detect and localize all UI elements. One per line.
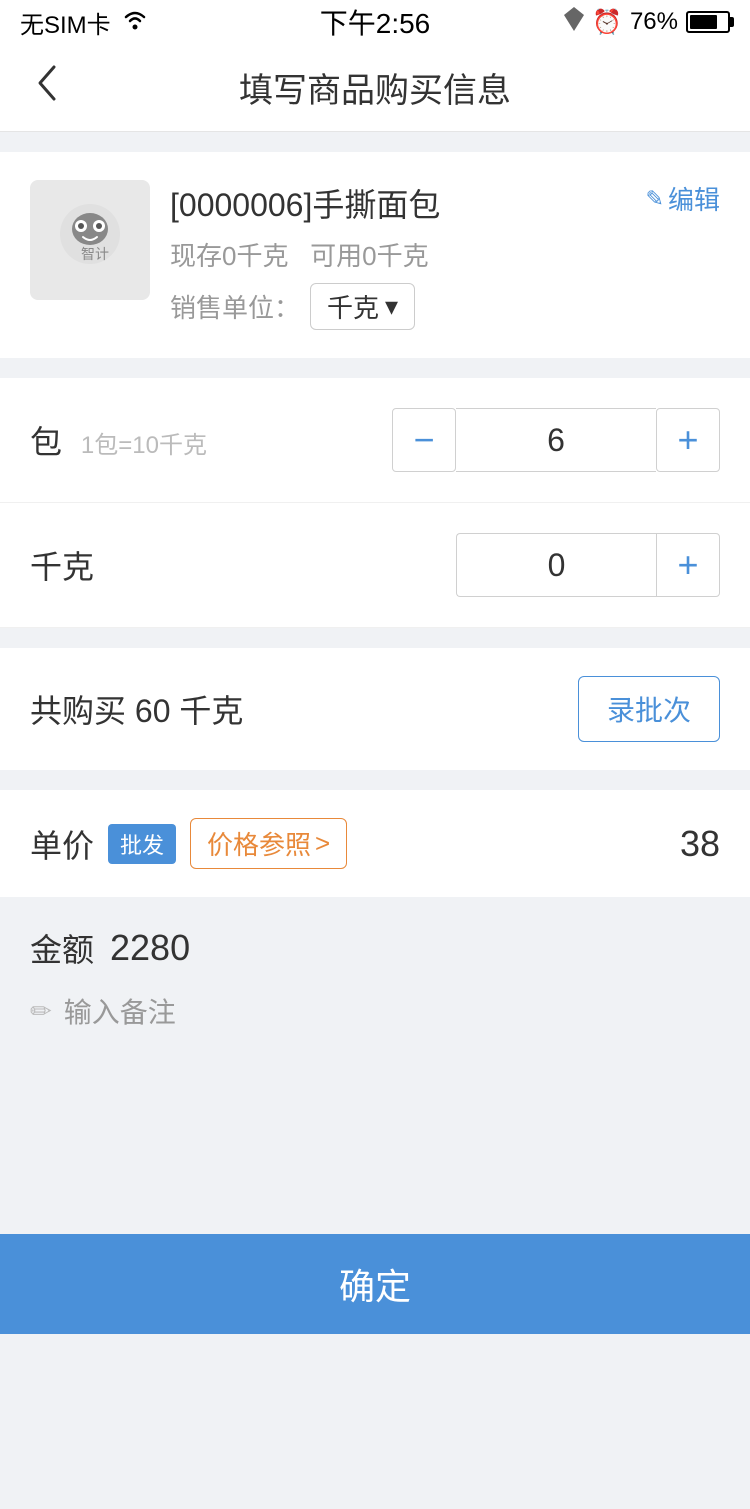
price-value: 38 — [680, 823, 720, 865]
dropdown-icon: ▾ — [385, 291, 398, 322]
carrier-label: 无SIM卡 — [20, 5, 111, 40]
price-ref-button[interactable]: 价格参照 > — [190, 818, 347, 869]
edit-button[interactable]: ✎ 编辑 — [646, 180, 720, 217]
kg-label: 千克 — [30, 542, 456, 588]
kg-quantity-input[interactable] — [456, 533, 656, 597]
kg-quantity-control: + — [456, 533, 720, 597]
product-stock: 现存0千克 可用0千克 — [170, 236, 720, 273]
total-row: 共购买 60 千克 录批次 — [0, 648, 750, 770]
batch-button[interactable]: 录批次 — [578, 676, 720, 742]
page-title: 填写商品购买信息 — [239, 63, 511, 112]
battery-label: 76% — [630, 8, 678, 36]
location-icon — [564, 7, 584, 38]
status-time: 下午2:56 — [320, 2, 431, 42]
bao-quantity-control: − + — [392, 408, 720, 472]
bao-minus-button[interactable]: − — [392, 408, 456, 472]
alarm-icon: ⏰ — [592, 8, 622, 37]
status-right: ⏰ 76% — [564, 7, 730, 38]
price-left: 单价 批发 价格参照 > — [30, 818, 347, 869]
svg-text:智计: 智计 — [81, 246, 109, 262]
note-icon: ✏ — [30, 996, 52, 1027]
kg-plus-button[interactable]: + — [656, 533, 720, 597]
status-left: 无SIM卡 — [20, 5, 149, 40]
product-name: [0000006]手撕面包 — [170, 180, 720, 226]
amount-row: 金额 2280 — [30, 925, 720, 971]
note-row[interactable]: ✏ 输入备注 — [30, 991, 720, 1031]
note-placeholder: 输入备注 — [64, 991, 176, 1031]
confirm-button[interactable]: 确定 — [0, 1234, 750, 1334]
bao-plus-button[interactable]: + — [656, 408, 720, 472]
bao-quantity-input[interactable] — [456, 408, 656, 472]
product-image: 智计 — [30, 180, 150, 300]
product-unit: 销售单位： 千克 ▾ — [170, 283, 720, 330]
product-logo: 智计 — [55, 199, 125, 281]
amount-label: 金额 — [30, 925, 94, 971]
battery-icon — [686, 11, 730, 33]
edit-icon: ✎ — [646, 186, 664, 212]
product-card: 智计 [0000006]手撕面包 现存0千克 可用0千克 销售单位： 千克 ▾ … — [0, 152, 750, 358]
back-button[interactable] — [24, 53, 68, 122]
price-tag: 批发 — [108, 824, 176, 864]
nav-bar: 填写商品购买信息 — [0, 44, 750, 132]
price-section: 单价 批发 价格参照 > 38 — [0, 790, 750, 897]
amount-value: 2280 — [110, 927, 190, 969]
total-amount: 60 — [135, 693, 179, 729]
total-text: 共购买 60 千克 — [30, 686, 243, 732]
unit-select[interactable]: 千克 ▾ — [310, 283, 415, 330]
bao-hint: 1包=10千克 — [81, 432, 207, 459]
bao-label: 包 1包=10千克 — [30, 417, 392, 463]
price-row: 单价 批发 价格参照 > 38 — [30, 818, 720, 869]
product-info: [0000006]手撕面包 现存0千克 可用0千克 销售单位： 千克 ▾ — [170, 180, 720, 330]
bao-quantity-row: 包 1包=10千克 − + — [0, 378, 750, 503]
status-bar: 无SIM卡 下午2:56 ⏰ 76% — [0, 0, 750, 44]
amount-section: 金额 2280 ✏ 输入备注 — [0, 897, 750, 1059]
kg-quantity-row: 千克 + — [0, 503, 750, 628]
quantity-section: 包 1包=10千克 − + 千克 + — [0, 378, 750, 628]
price-label: 单价 — [30, 821, 94, 867]
wifi-icon — [121, 8, 149, 37]
